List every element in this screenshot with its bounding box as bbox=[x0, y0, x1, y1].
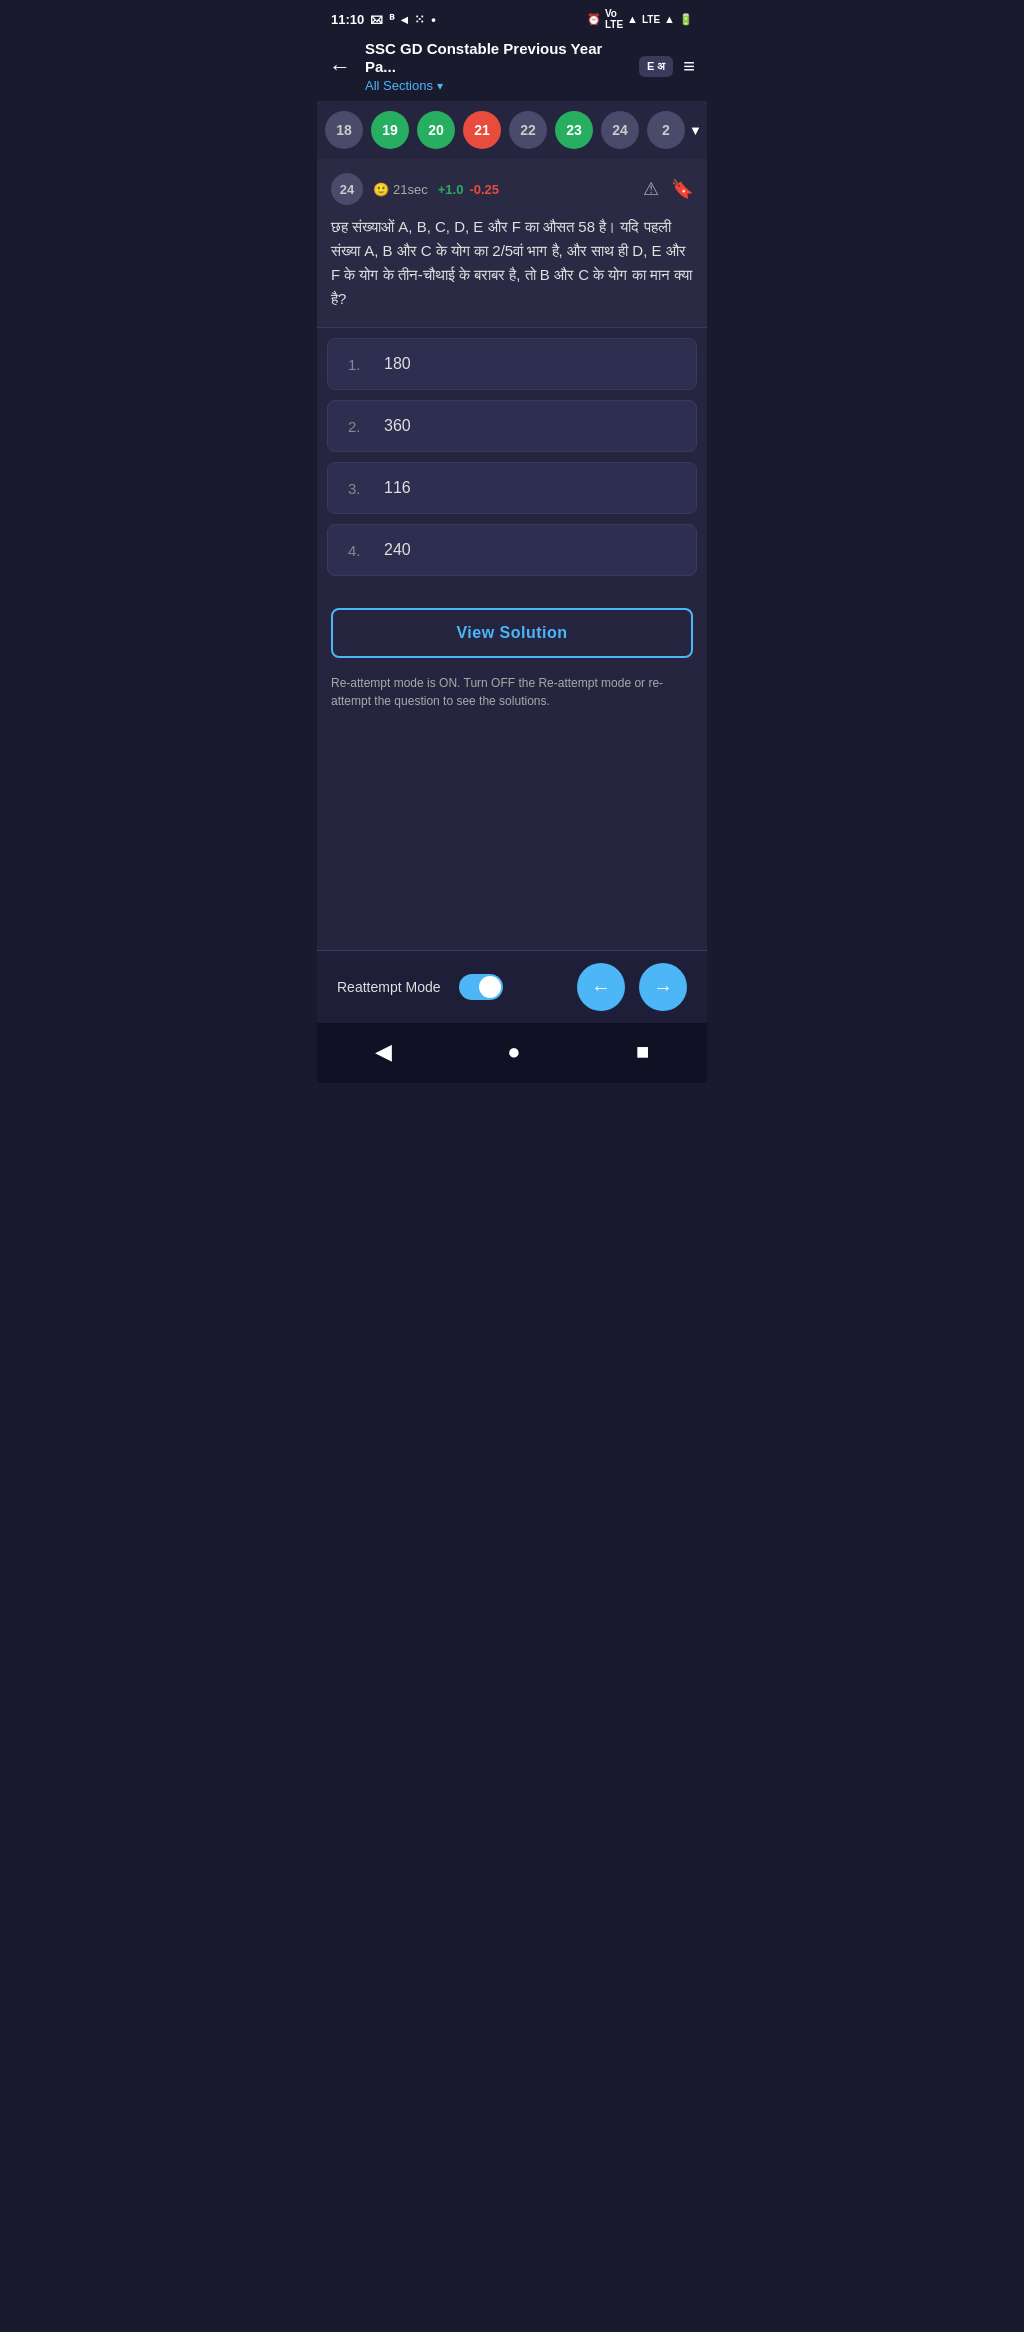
top-bar: ← SSC GD Constable Previous Year Pa... A… bbox=[317, 34, 707, 101]
question-number-badge: 24 bbox=[331, 173, 363, 205]
tab-2[interactable]: 2 bbox=[647, 111, 685, 149]
system-home-button[interactable]: ● bbox=[483, 1033, 544, 1071]
filter-icon: ▼ bbox=[689, 123, 702, 138]
alarm-icon: ⏰ bbox=[587, 13, 601, 26]
home-circle-icon: ● bbox=[507, 1039, 520, 1064]
view-solution-section: View Solution bbox=[317, 596, 707, 664]
status-right: ⏰ VoLTE ▲ LTE ▲ 🔋 bbox=[587, 8, 693, 30]
negative-marks: -0.25 bbox=[469, 182, 499, 197]
next-arrow-icon: → bbox=[653, 976, 673, 999]
option-value-3: 116 bbox=[384, 479, 411, 497]
system-nav-bar: ◀ ● ■ bbox=[317, 1023, 707, 1083]
signal-bars-icon: ▲ bbox=[627, 13, 638, 25]
tab-21[interactable]: 21 bbox=[463, 111, 501, 149]
option-1[interactable]: 1. 180 bbox=[327, 338, 697, 390]
chevron-down-icon: ▾ bbox=[437, 79, 443, 93]
option-2[interactable]: 2. 360 bbox=[327, 400, 697, 452]
question-marks: +1.0 -0.25 bbox=[438, 182, 499, 197]
question-action-icons: ⚠ 🔖 bbox=[643, 178, 693, 200]
option-num-4: 4. bbox=[348, 542, 368, 559]
question-meta: 24 🙂 21sec +1.0 -0.25 ⚠ 🔖 bbox=[331, 173, 693, 205]
filter-label: Filters bbox=[706, 123, 707, 138]
option-3[interactable]: 3. 116 bbox=[327, 462, 697, 514]
next-question-button[interactable]: → bbox=[639, 963, 687, 1011]
time-display: 11:10 bbox=[331, 12, 364, 27]
navigation-buttons: ← → bbox=[577, 963, 687, 1011]
bluetooth-icon: ᴮ bbox=[389, 12, 395, 27]
grid-icon: ⁙ bbox=[414, 12, 425, 27]
option-num-2: 2. bbox=[348, 418, 368, 435]
menu-button[interactable]: ≡ bbox=[683, 55, 695, 78]
timer-icon: 🙂 bbox=[373, 182, 389, 197]
message-icon: 🖂 bbox=[370, 12, 383, 27]
options-section: 1. 180 2. 360 3. 116 4. 240 bbox=[317, 328, 707, 596]
recents-square-icon: ■ bbox=[636, 1039, 649, 1064]
lte-signal-icon: VoLTE bbox=[605, 8, 623, 30]
tab-18[interactable]: 18 bbox=[325, 111, 363, 149]
option-value-4: 240 bbox=[384, 541, 411, 559]
tab-23[interactable]: 23 bbox=[555, 111, 593, 149]
reattempt-mode-toggle[interactable] bbox=[459, 974, 503, 1000]
language-toggle-button[interactable]: E अ bbox=[639, 56, 673, 77]
lte-label: LTE bbox=[642, 14, 660, 25]
question-area: 24 🙂 21sec +1.0 -0.25 ⚠ 🔖 छह संख्याओं A,… bbox=[317, 159, 707, 328]
signal2-icon: ▲ bbox=[664, 13, 675, 25]
content-spacer bbox=[317, 730, 707, 950]
tab-19[interactable]: 19 bbox=[371, 111, 409, 149]
tab-20[interactable]: 20 bbox=[417, 111, 455, 149]
question-text: छह संख्याओं A, B, C, D, E और F का औसत 58… bbox=[331, 215, 693, 311]
status-bar: 11:10 🖂 ᴮ ◂ ⁙ • ⏰ VoLTE ▲ LTE ▲ 🔋 bbox=[317, 0, 707, 34]
title-block: SSC GD Constable Previous Year Pa... All… bbox=[365, 40, 629, 93]
back-button[interactable]: ← bbox=[325, 50, 355, 84]
system-recents-button[interactable]: ■ bbox=[612, 1033, 673, 1071]
option-num-1: 1. bbox=[348, 356, 368, 373]
timer-value: 21sec bbox=[393, 182, 428, 197]
all-sections-label: All Sections bbox=[365, 78, 433, 93]
bookmark-icon[interactable]: 🔖 bbox=[671, 178, 693, 200]
top-actions: E अ ≡ bbox=[639, 55, 695, 78]
battery-icon: 🔋 bbox=[679, 13, 693, 26]
option-value-1: 180 bbox=[384, 355, 411, 373]
view-solution-button[interactable]: View Solution bbox=[331, 608, 693, 658]
reattempt-mode-label: Reattempt Mode bbox=[337, 979, 441, 995]
option-4[interactable]: 4. 240 bbox=[327, 524, 697, 576]
tab-24[interactable]: 24 bbox=[601, 111, 639, 149]
prev-question-button[interactable]: ← bbox=[577, 963, 625, 1011]
reattempt-mode-control: Reattempt Mode bbox=[337, 974, 503, 1000]
option-value-2: 360 bbox=[384, 417, 411, 435]
tabs-scroll: 18 19 20 21 22 23 24 2 bbox=[325, 111, 685, 149]
option-num-3: 3. bbox=[348, 480, 368, 497]
filter-button[interactable]: ▼ Filters bbox=[689, 123, 707, 138]
prev-arrow-icon: ← bbox=[591, 976, 611, 999]
tab-22[interactable]: 22 bbox=[509, 111, 547, 149]
subtitle-section[interactable]: All Sections ▾ bbox=[365, 78, 629, 93]
question-timer: 🙂 21sec bbox=[373, 182, 428, 197]
reattempt-message: Re-attempt mode is ON. Turn OFF the Re-a… bbox=[317, 664, 707, 730]
page-title: SSC GD Constable Previous Year Pa... bbox=[365, 40, 629, 76]
bottom-bar: Reattempt Mode ← → bbox=[317, 950, 707, 1023]
navigation-icon: ◂ bbox=[401, 12, 408, 27]
system-back-button[interactable]: ◀ bbox=[351, 1033, 416, 1071]
status-left: 11:10 🖂 ᴮ ◂ ⁙ • bbox=[331, 12, 436, 27]
dot-icon: • bbox=[431, 12, 436, 27]
alert-icon[interactable]: ⚠ bbox=[643, 178, 659, 200]
back-triangle-icon: ◀ bbox=[375, 1039, 392, 1064]
question-tabs-section: 18 19 20 21 22 23 24 2 ▼ Filters bbox=[317, 101, 707, 159]
positive-marks: +1.0 bbox=[438, 182, 464, 197]
